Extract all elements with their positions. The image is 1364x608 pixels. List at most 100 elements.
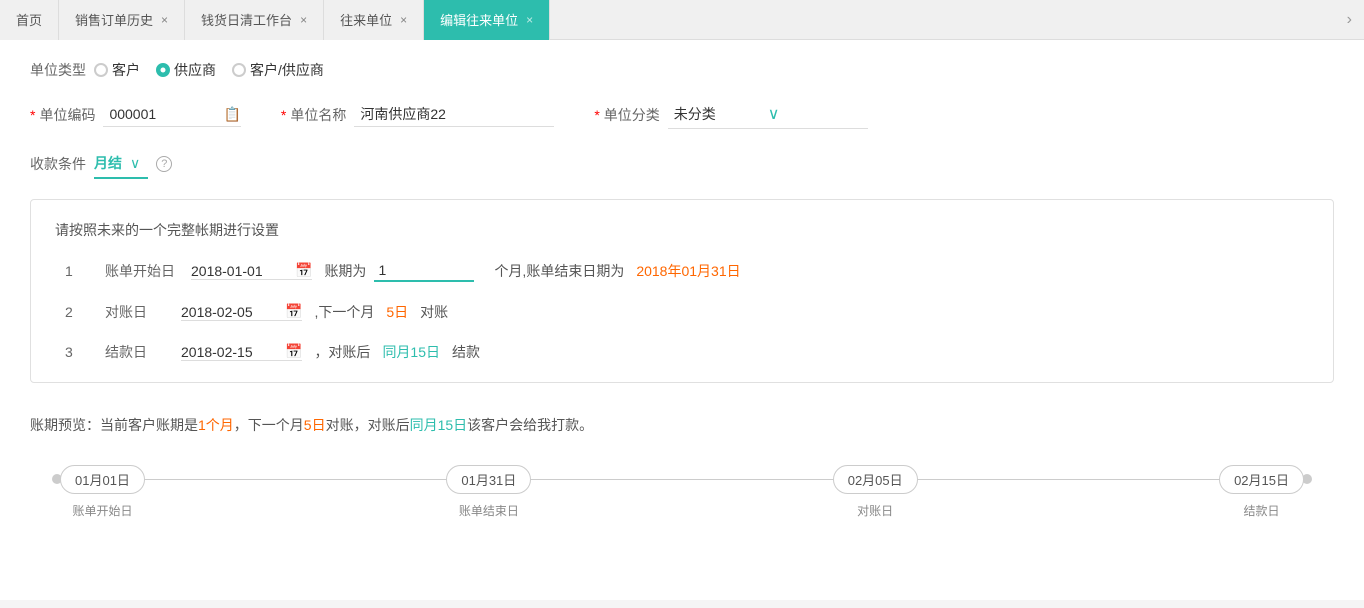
payment-terms-value: 月结 bbox=[94, 153, 122, 173]
unit-code-group: * 单位编码 📋 bbox=[30, 102, 241, 127]
step-label-3: 结款日 bbox=[105, 342, 165, 362]
timeline-label-3: 对账日 bbox=[857, 502, 893, 519]
radio-label-supplier: 供应商 bbox=[174, 60, 216, 80]
timeline-bubble-3: 02月05日 bbox=[833, 465, 918, 494]
timeline-nodes: 01月01日 账单开始日 01月31日 账单结束日 02月05日 对账 bbox=[60, 465, 1304, 519]
timeline-label-4: 结款日 bbox=[1244, 502, 1280, 519]
step-label-2: 对账日 bbox=[105, 302, 165, 322]
unit-type-group: 单位类型 客户 供应商 客户/供应商 bbox=[30, 60, 324, 80]
tab-edit-unit[interactable]: 编辑往来单位 × bbox=[424, 0, 550, 40]
unit-code-input[interactable] bbox=[103, 102, 223, 126]
unit-category-label: 单位分类 bbox=[604, 105, 660, 125]
main-content: 单位类型 客户 供应商 客户/供应商 * 单位编码 bbox=[0, 40, 1364, 600]
preview-prefix: 账期预览：当前客户账期是 bbox=[30, 417, 198, 433]
preview-mid2: 对账，对账后 bbox=[326, 417, 410, 433]
preview-months: 1个月 bbox=[198, 417, 234, 433]
date-field-3[interactable] bbox=[181, 344, 281, 360]
timeline-label-2: 账单结束日 bbox=[459, 502, 519, 519]
unit-name-input[interactable] bbox=[354, 102, 554, 127]
unit-name-label: 单位名称 bbox=[290, 105, 346, 125]
unit-code-input-wrapper: 📋 bbox=[103, 102, 240, 127]
calendar-icon-1[interactable]: 📅 bbox=[295, 262, 312, 279]
step-desc-2-suffix: 对账 bbox=[420, 302, 448, 322]
unit-category-group: * 单位分类 未分类 ∨ bbox=[594, 100, 867, 129]
period-input[interactable] bbox=[374, 260, 474, 282]
tab-units[interactable]: 往来单位 × bbox=[324, 0, 424, 40]
required-star-name: * bbox=[281, 107, 286, 123]
radio-label-both: 客户/供应商 bbox=[250, 60, 324, 80]
radio-circle-customer bbox=[94, 63, 108, 77]
unit-info-row: * 单位编码 📋 * 单位名称 * 单位分类 未分类 ∨ bbox=[30, 100, 1334, 129]
timeline-label-1: 账单开始日 bbox=[72, 502, 132, 519]
step-desc-3-prefix: ，对账后 bbox=[314, 342, 370, 362]
step-desc-3-suffix: 结款 bbox=[452, 342, 480, 362]
radio-customer[interactable]: 客户 bbox=[94, 60, 140, 80]
chevron-down-icon: ∨ bbox=[768, 104, 862, 124]
date-input-1: 📅 bbox=[191, 262, 312, 280]
date-input-3: 📅 bbox=[181, 343, 302, 361]
timeline-node-2: 01月31日 账单结束日 bbox=[446, 465, 531, 519]
preview-day2: 同月15日 bbox=[410, 417, 468, 433]
setting-row-3: 3 结款日 📅 ，对账后 同月15日 结款 bbox=[55, 342, 1309, 362]
payment-terms-group: 收款条件 月结 ∨ ? bbox=[30, 149, 172, 179]
help-icon[interactable]: ? bbox=[156, 156, 172, 172]
step-num-2: 2 bbox=[65, 304, 85, 320]
timeline: 01月01日 账单开始日 01月31日 账单结束日 02月05日 对账 bbox=[30, 455, 1334, 549]
unit-category-select[interactable]: 未分类 ∨ bbox=[668, 100, 868, 129]
preview-section: 账期预览：当前客户账期是1个月，下一个月5日对账，对账后同月15日该客户会给我打… bbox=[30, 399, 1334, 549]
highlight-end-date: 2018年01月31日 bbox=[636, 261, 740, 281]
highlight-day-3: 同月15日 bbox=[382, 342, 440, 362]
required-star-category: * bbox=[594, 107, 599, 123]
copy-icon[interactable]: 📋 bbox=[223, 106, 240, 123]
preview-mid1: ，下一个月 bbox=[234, 417, 304, 433]
payment-terms-row: 收款条件 月结 ∨ ? bbox=[30, 149, 1334, 179]
radio-circle-supplier bbox=[156, 63, 170, 77]
step-num-3: 3 bbox=[65, 344, 85, 360]
unit-type-row: 单位类型 客户 供应商 客户/供应商 bbox=[30, 60, 1334, 80]
radio-supplier[interactable]: 供应商 bbox=[156, 60, 216, 80]
timeline-node-1: 01月01日 账单开始日 bbox=[60, 465, 145, 519]
tab-sales-history[interactable]: 销售订单历史 × bbox=[59, 0, 185, 40]
timeline-node-3: 02月05日 对账日 bbox=[833, 465, 918, 519]
preview-suffix: 该客户会给我打款。 bbox=[467, 417, 593, 433]
required-star-code: * bbox=[30, 107, 35, 123]
payment-terms-select[interactable]: 月结 ∨ bbox=[94, 149, 148, 179]
date-field-2[interactable] bbox=[181, 304, 281, 320]
close-icon[interactable]: × bbox=[161, 13, 168, 27]
step-num-1: 1 bbox=[65, 263, 85, 279]
settings-box: 请按照未来的一个完整帐期进行设置 1 账单开始日 📅 账期为 个月,账单结束日期… bbox=[30, 199, 1334, 383]
close-icon[interactable]: × bbox=[400, 13, 407, 27]
close-icon[interactable]: × bbox=[300, 13, 307, 27]
tab-bar: 首页 销售订单历史 × 钱货日清工作台 × 往来单位 × 编辑往来单位 × › bbox=[0, 0, 1364, 40]
unit-type-radio-group: 客户 供应商 客户/供应商 bbox=[94, 60, 324, 80]
timeline-bubble-1: 01月01日 bbox=[60, 465, 145, 494]
radio-both[interactable]: 客户/供应商 bbox=[232, 60, 324, 80]
tab-home[interactable]: 首页 bbox=[0, 0, 59, 40]
highlight-day-2: 5日 bbox=[386, 302, 408, 322]
timeline-bubble-2: 01月31日 bbox=[446, 465, 531, 494]
unit-type-label: 单位类型 bbox=[30, 60, 86, 80]
step-label-1: 账单开始日 bbox=[105, 261, 175, 281]
unit-name-group: * 单位名称 bbox=[281, 102, 554, 127]
unit-code-label: 单位编码 bbox=[39, 105, 95, 125]
timeline-bubble-4: 02月15日 bbox=[1219, 465, 1304, 494]
preview-day1: 5日 bbox=[304, 417, 326, 433]
date-input-2: 📅 bbox=[181, 303, 302, 321]
payment-terms-label: 收款条件 bbox=[30, 154, 86, 174]
radio-label-customer: 客户 bbox=[112, 60, 140, 80]
preview-text: 账期预览：当前客户账期是1个月，下一个月5日对账，对账后同月15日该客户会给我打… bbox=[30, 415, 1334, 435]
tab-more-button[interactable]: › bbox=[1335, 0, 1364, 40]
timeline-node-4: 02月15日 结款日 bbox=[1219, 465, 1304, 519]
setting-row-2: 2 对账日 📅 ,下一个月 5日 对账 bbox=[55, 302, 1309, 322]
radio-circle-both bbox=[232, 63, 246, 77]
settings-title: 请按照未来的一个完整帐期进行设置 bbox=[55, 220, 1309, 240]
date-field-1[interactable] bbox=[191, 263, 291, 279]
calendar-icon-3[interactable]: 📅 bbox=[285, 343, 302, 360]
close-icon[interactable]: × bbox=[526, 13, 533, 27]
tab-cashflow[interactable]: 钱货日清工作台 × bbox=[185, 0, 324, 40]
step-desc-1-suffix: 个月,账单结束日期为 bbox=[494, 261, 624, 281]
unit-category-value: 未分类 bbox=[674, 104, 768, 124]
setting-row-1: 1 账单开始日 📅 账期为 个月,账单结束日期为 2018年01月31日 bbox=[55, 260, 1309, 282]
step-desc-2-prefix: ,下一个月 bbox=[314, 302, 374, 322]
calendar-icon-2[interactable]: 📅 bbox=[285, 303, 302, 320]
